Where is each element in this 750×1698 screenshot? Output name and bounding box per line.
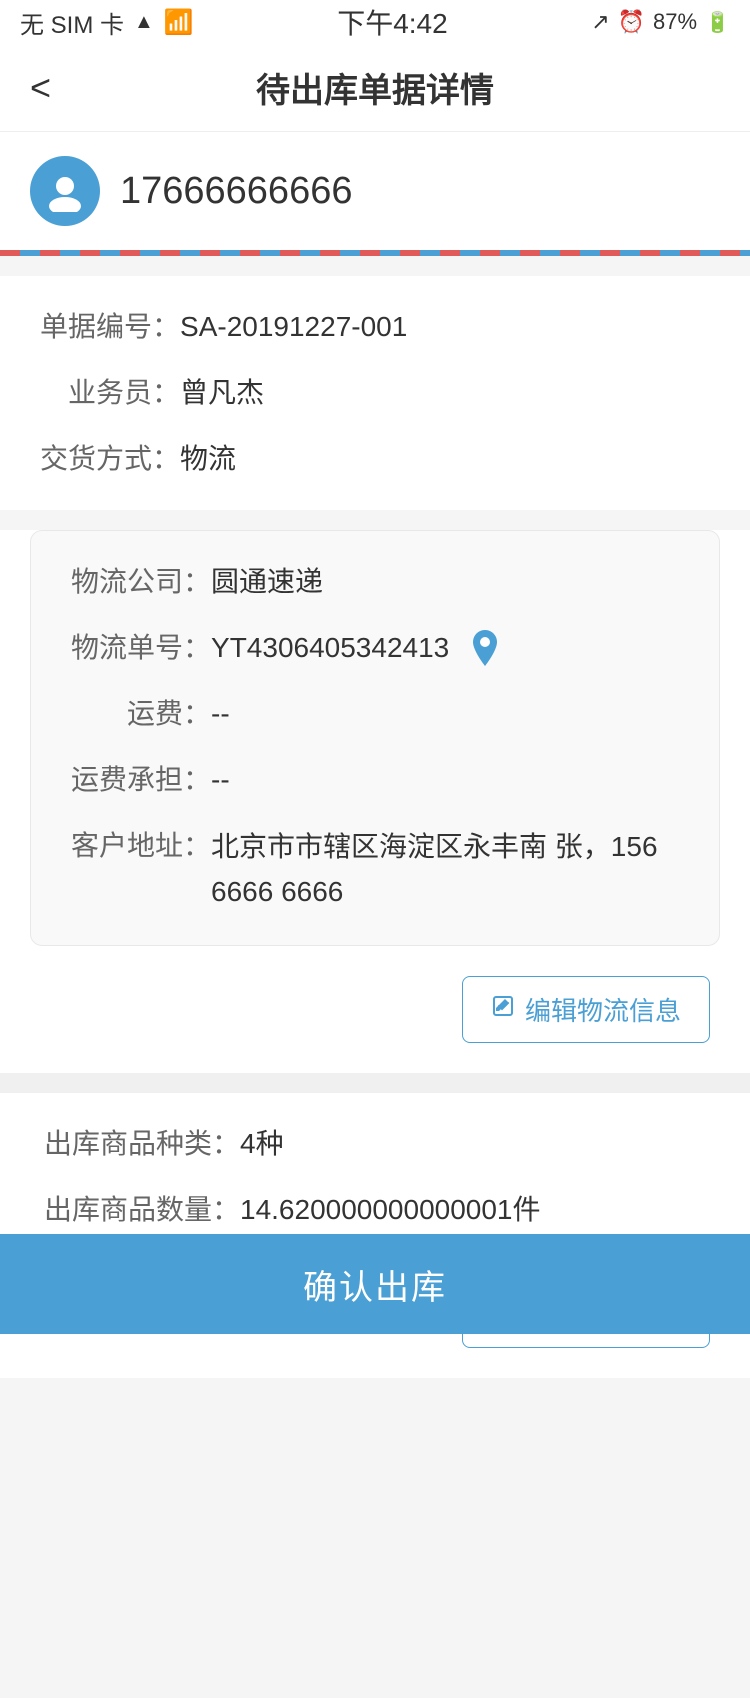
edit-logistics-icon bbox=[491, 994, 515, 1025]
battery-icon: 🔋 bbox=[705, 10, 730, 35]
status-right: ↗ ⏰ 87% 🔋 bbox=[591, 9, 730, 35]
product-types-row: 出库商品种类： 4种 bbox=[40, 1123, 710, 1165]
edit-btn-row: 编辑物流信息 bbox=[0, 956, 750, 1073]
section-separator bbox=[0, 1073, 750, 1093]
wifi-bars: 📶 bbox=[164, 8, 194, 37]
nav-bar: < 待出库单据详情 bbox=[0, 44, 750, 132]
product-quantity-value: 14.620000000000001件 bbox=[240, 1189, 710, 1231]
document-number-row: 单据编号： SA-20191227-001 bbox=[40, 306, 710, 348]
customer-header: 17666666666 bbox=[0, 132, 750, 250]
logistics-card: 物流公司： 圆通速递 物流单号： YT4306405342413 运费： bbox=[30, 530, 720, 946]
address-value: 北京市市辖区海淀区永丰南 张，156 6666 6666 bbox=[211, 825, 679, 915]
logistics-company-row: 物流公司： 圆通速递 bbox=[71, 561, 679, 603]
empty-space bbox=[0, 1378, 750, 1578]
freight-bear-label: 运费承担： bbox=[71, 759, 211, 801]
bottom-bar: 确认出库 bbox=[0, 1234, 750, 1334]
status-time: 下午4:42 bbox=[337, 2, 448, 42]
freight-label: 运费： bbox=[71, 693, 211, 735]
tracking-number: YT4306405342413 bbox=[211, 627, 449, 669]
alarm-icon: ⏰ bbox=[618, 9, 645, 35]
address-label: 客户地址： bbox=[71, 825, 211, 867]
tracking-label: 物流单号： bbox=[71, 627, 211, 669]
product-quantity-label: 出库商品数量： bbox=[40, 1189, 240, 1231]
logistics-company-value: 圆通速递 bbox=[211, 561, 679, 603]
tracking-number-row: 物流单号： YT4306405342413 bbox=[71, 627, 679, 669]
location-pin-icon[interactable] bbox=[465, 628, 505, 668]
delivery-row: 交货方式： 物流 bbox=[40, 438, 710, 480]
address-row: 客户地址： 北京市市辖区海淀区永丰南 张，156 6666 6666 bbox=[71, 825, 679, 915]
document-value: SA-20191227-001 bbox=[180, 306, 710, 348]
salesman-value: 曾凡杰 bbox=[180, 372, 710, 414]
status-left: 无 SIM 卡 ▲ 📶 bbox=[20, 5, 194, 40]
avatar bbox=[30, 156, 100, 226]
product-quantity-row: 出库商品数量： 14.620000000000001件 bbox=[40, 1189, 710, 1231]
page-title: 待出库单据详情 bbox=[256, 63, 494, 112]
edit-logistics-button[interactable]: 编辑物流信息 bbox=[462, 976, 710, 1043]
delivery-value: 物流 bbox=[180, 438, 710, 480]
freight-bear-row: 运费承担： -- bbox=[71, 759, 679, 801]
confirm-button[interactable]: 确认出库 bbox=[0, 1234, 750, 1334]
product-types-label: 出库商品种类： bbox=[40, 1123, 240, 1165]
edit-logistics-label: 编辑物流信息 bbox=[525, 991, 681, 1028]
status-bar: 无 SIM 卡 ▲ 📶 下午4:42 ↗ ⏰ 87% 🔋 bbox=[0, 0, 750, 44]
salesman-row: 业务员： 曾凡杰 bbox=[40, 372, 710, 414]
salesman-label: 业务员： bbox=[40, 372, 180, 414]
freight-bear-value: -- bbox=[211, 759, 679, 801]
document-label: 单据编号： bbox=[40, 306, 180, 348]
delivery-label: 交货方式： bbox=[40, 438, 180, 480]
carrier-label: 无 SIM 卡 bbox=[20, 5, 124, 40]
battery-label: 87% bbox=[653, 9, 697, 35]
customer-phone: 17666666666 bbox=[120, 170, 352, 213]
freight-row: 运费： -- bbox=[71, 693, 679, 735]
dashed-separator bbox=[0, 250, 750, 256]
basic-info-section: 单据编号： SA-20191227-001 业务员： 曾凡杰 交货方式： 物流 bbox=[0, 276, 750, 510]
product-types-value: 4种 bbox=[240, 1123, 710, 1165]
back-button[interactable]: < bbox=[30, 67, 51, 109]
logistics-company-label: 物流公司： bbox=[71, 561, 211, 603]
location-icon: ↗ bbox=[591, 9, 609, 35]
freight-value: -- bbox=[211, 693, 679, 735]
tracking-value-container: YT4306405342413 bbox=[211, 627, 505, 669]
wifi-icon: ▲ bbox=[134, 11, 154, 34]
